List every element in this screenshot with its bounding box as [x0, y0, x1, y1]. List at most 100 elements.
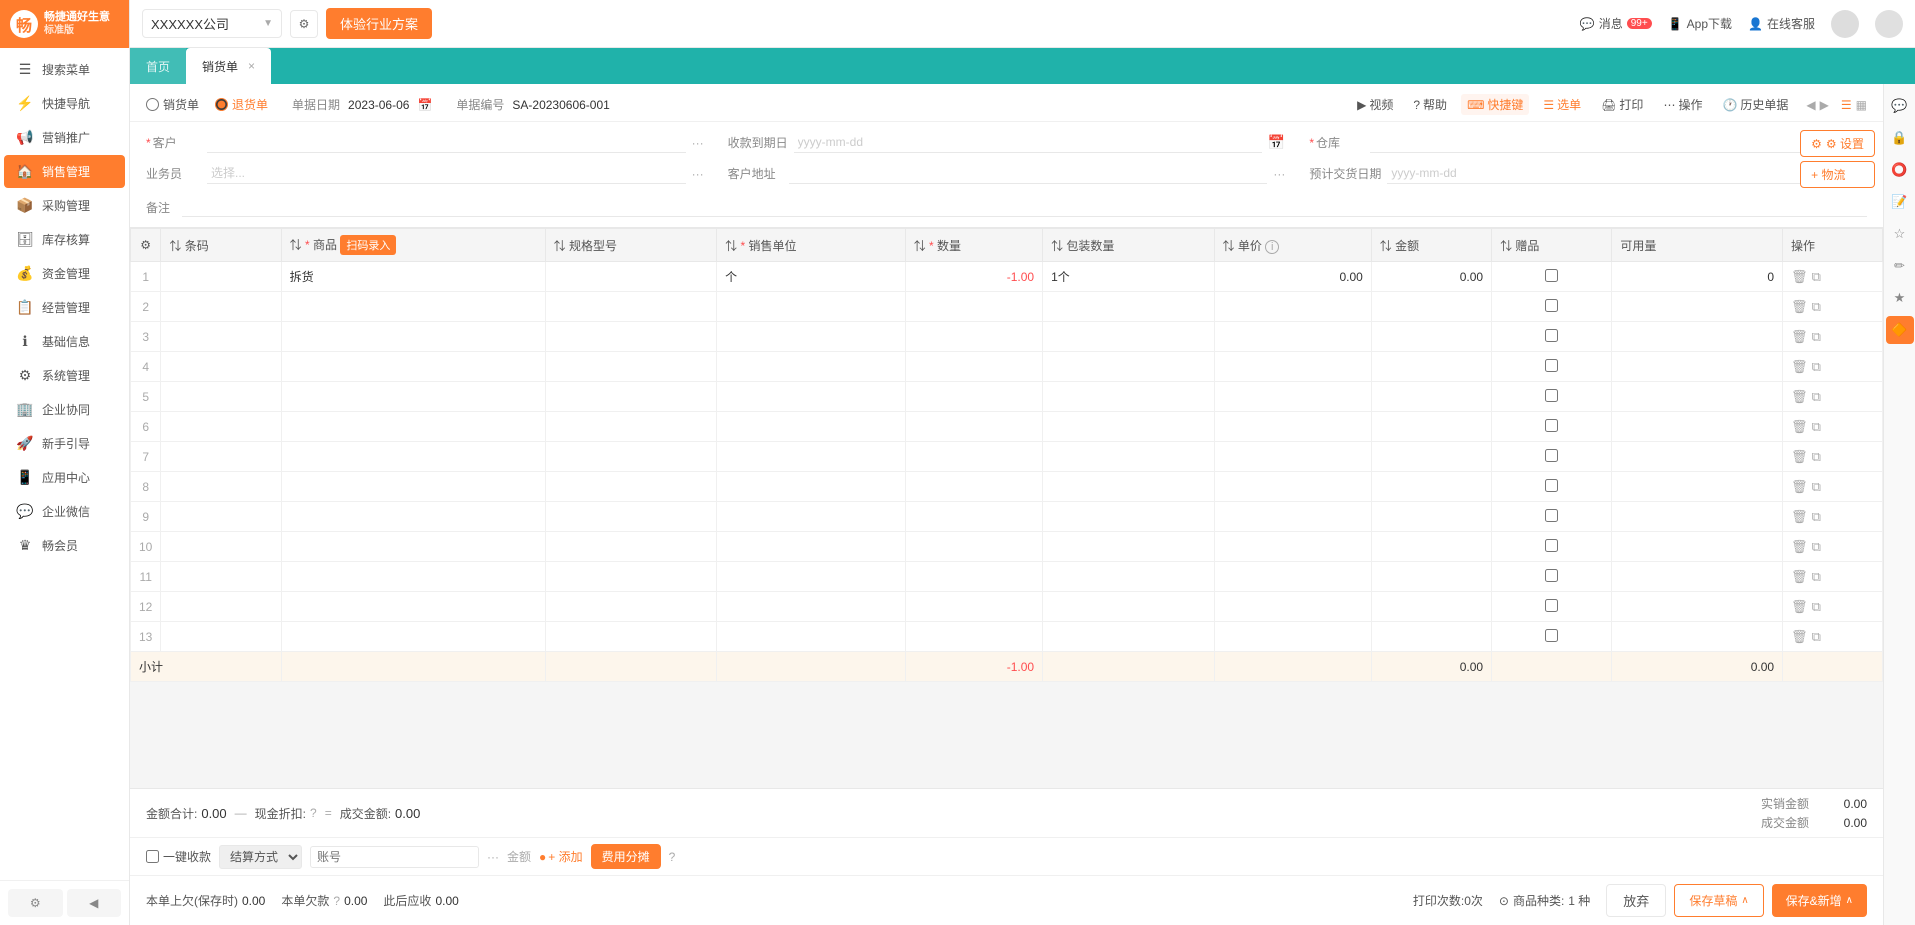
- delete-icon[interactable]: 🗑: [1791, 599, 1808, 615]
- user-avatar-2[interactable]: [1875, 10, 1903, 38]
- copy-icon[interactable]: ⧉: [1812, 359, 1821, 375]
- tab-sales-order[interactable]: 销货单 ×: [186, 48, 271, 84]
- float-btn-1[interactable]: 💬: [1886, 92, 1914, 120]
- delete-icon[interactable]: 🗑: [1791, 509, 1808, 525]
- delete-icon[interactable]: 🗑: [1791, 449, 1808, 465]
- fee-help-icon[interactable]: ?: [669, 850, 676, 864]
- delete-icon[interactable]: 🗑: [1791, 419, 1808, 435]
- delete-icon[interactable]: 🗑: [1791, 359, 1808, 375]
- th-settings[interactable]: ⚙: [131, 229, 161, 262]
- trial-button[interactable]: 体验行业方案: [326, 8, 432, 39]
- cell-price[interactable]: 0.00: [1214, 262, 1371, 292]
- company-selector[interactable]: XXXXXX公司 ▼: [142, 9, 282, 38]
- sidebar-item-wechat[interactable]: 💬 企业微信: [4, 495, 125, 528]
- cell-qty[interactable]: -1.00: [905, 262, 1042, 292]
- calendar-icon[interactable]: 📅: [417, 98, 432, 112]
- expected-date-input[interactable]: [1387, 163, 1843, 184]
- sidebar-item-finance[interactable]: 💰 资金管理: [4, 257, 125, 290]
- salesperson-more-icon[interactable]: ···: [692, 167, 704, 181]
- float-btn-5[interactable]: ☆: [1886, 220, 1914, 248]
- copy-icon[interactable]: ⧉: [1812, 599, 1821, 615]
- one-click-pay-check[interactable]: 一键收款: [146, 848, 211, 865]
- sidebar-item-basic[interactable]: ℹ 基础信息: [4, 325, 125, 358]
- account-input[interactable]: [310, 846, 479, 868]
- logistics-button[interactable]: + 物流: [1800, 161, 1875, 188]
- sidebar-item-operations[interactable]: 📋 经营管理: [4, 291, 125, 324]
- float-btn-7[interactable]: ★: [1886, 284, 1914, 312]
- float-btn-8[interactable]: 🔶: [1886, 316, 1914, 344]
- sidebar-item-marketing[interactable]: 📢 营销推广: [4, 121, 125, 154]
- copy-icon[interactable]: ⧉: [1812, 569, 1821, 585]
- sidebar-item-sales[interactable]: 🏠 销售管理: [4, 155, 125, 188]
- list-view-icon[interactable]: ☰: [1841, 98, 1852, 112]
- sidebar-item-inventory[interactable]: 🗄 库存核算: [4, 223, 125, 256]
- warehouse-input[interactable]: 建材仓: [1370, 132, 1849, 153]
- fee-split-button[interactable]: 费用分摊: [591, 844, 661, 869]
- radio-return-order[interactable]: 退货单: [215, 96, 268, 113]
- float-btn-3[interactable]: ⭕: [1886, 156, 1914, 184]
- cell-barcode[interactable]: [161, 262, 281, 292]
- sidebar-item-search[interactable]: ☰ 搜索菜单: [4, 53, 125, 86]
- save-draft-button[interactable]: 保存草稿 ∧: [1674, 884, 1763, 917]
- copy-icon[interactable]: ⧉: [1812, 449, 1821, 465]
- sidebar-item-purchase[interactable]: 📦 采购管理: [4, 189, 125, 222]
- history-btn[interactable]: 🕐 历史单据: [1716, 94, 1794, 115]
- grid-view-icon[interactable]: ▦: [1856, 98, 1867, 112]
- settings-button[interactable]: ⚙: [290, 10, 318, 38]
- tab-close-icon[interactable]: ×: [248, 59, 255, 73]
- due-date-input[interactable]: [794, 132, 1262, 153]
- abandon-button[interactable]: 放弃: [1606, 884, 1666, 917]
- cash-discount-help-icon[interactable]: ?: [310, 806, 317, 820]
- delete-icon[interactable]: 🗑: [1791, 389, 1808, 405]
- copy-icon[interactable]: ⧉: [1812, 509, 1821, 525]
- online-service-button[interactable]: 👤 在线客服: [1748, 15, 1815, 32]
- user-avatar[interactable]: [1831, 10, 1859, 38]
- customer-input[interactable]: [207, 132, 686, 153]
- operate-btn[interactable]: ⋯ 操作: [1657, 94, 1708, 115]
- short-help-icon[interactable]: ?: [333, 894, 340, 908]
- delete-icon[interactable]: 🗑: [1791, 299, 1808, 315]
- tab-home[interactable]: 首页: [130, 48, 186, 84]
- select-order-btn[interactable]: ☰ 选单: [1537, 94, 1587, 115]
- customer-addr-input[interactable]: [789, 163, 1268, 184]
- nav-next-icon[interactable]: ▶: [1820, 98, 1829, 112]
- sidebar-settings-btn[interactable]: ⚙: [8, 889, 63, 917]
- salesperson-input[interactable]: [207, 163, 686, 184]
- addr-more-icon[interactable]: ···: [1273, 167, 1285, 181]
- float-btn-4[interactable]: 📝: [1886, 188, 1914, 216]
- print-btn[interactable]: 🖨 打印: [1595, 94, 1649, 115]
- video-btn[interactable]: ▶ 视频: [1351, 94, 1399, 115]
- save-new-button[interactable]: 保存&新增 ∧: [1772, 884, 1867, 917]
- nav-prev-icon[interactable]: ◀: [1806, 98, 1815, 112]
- cell-spec[interactable]: [545, 262, 716, 292]
- copy-icon[interactable]: ⧉: [1812, 329, 1821, 345]
- sidebar-item-system[interactable]: ⚙ 系统管理: [4, 359, 125, 392]
- add-button[interactable]: ● + 添加: [539, 848, 583, 865]
- radio-sales-order[interactable]: 销货单: [146, 96, 199, 113]
- delete-icon[interactable]: 🗑: [1791, 629, 1808, 645]
- due-date-calendar-icon[interactable]: 📅: [1268, 134, 1285, 151]
- sidebar-item-enterprise[interactable]: 🏢 企业协同: [4, 393, 125, 426]
- copy-row-icon[interactable]: ⧉: [1812, 269, 1821, 285]
- copy-icon[interactable]: ⧉: [1812, 629, 1821, 645]
- copy-icon[interactable]: ⧉: [1812, 389, 1821, 405]
- copy-icon[interactable]: ⧉: [1812, 299, 1821, 315]
- delete-row-icon[interactable]: 🗑: [1791, 269, 1808, 285]
- copy-icon[interactable]: ⧉: [1812, 539, 1821, 555]
- setting-button[interactable]: ⚙ ⚙ 设置: [1800, 130, 1875, 157]
- sidebar-collapse-btn[interactable]: ◀: [67, 889, 122, 917]
- calc-method-select[interactable]: 结算方式: [219, 845, 302, 869]
- price-info-icon[interactable]: i: [1265, 240, 1279, 254]
- cell-amount[interactable]: 0.00: [1371, 262, 1491, 292]
- copy-icon[interactable]: ⧉: [1812, 479, 1821, 495]
- sidebar-item-shortcut[interactable]: ⚡ 快捷导航: [4, 87, 125, 120]
- sidebar-item-guide[interactable]: 🚀 新手引导: [4, 427, 125, 460]
- remark-input[interactable]: [182, 198, 1867, 217]
- account-more-icon[interactable]: ···: [487, 850, 499, 864]
- copy-icon[interactable]: ⧉: [1812, 419, 1821, 435]
- message-button[interactable]: 💬 消息 99+: [1580, 15, 1652, 32]
- app-download-button[interactable]: 📱 App下载: [1668, 15, 1732, 32]
- cell-gift[interactable]: [1492, 262, 1612, 292]
- shortcut-btn[interactable]: ⌨ 快捷键: [1461, 94, 1529, 115]
- customer-more-icon[interactable]: ···: [692, 136, 704, 150]
